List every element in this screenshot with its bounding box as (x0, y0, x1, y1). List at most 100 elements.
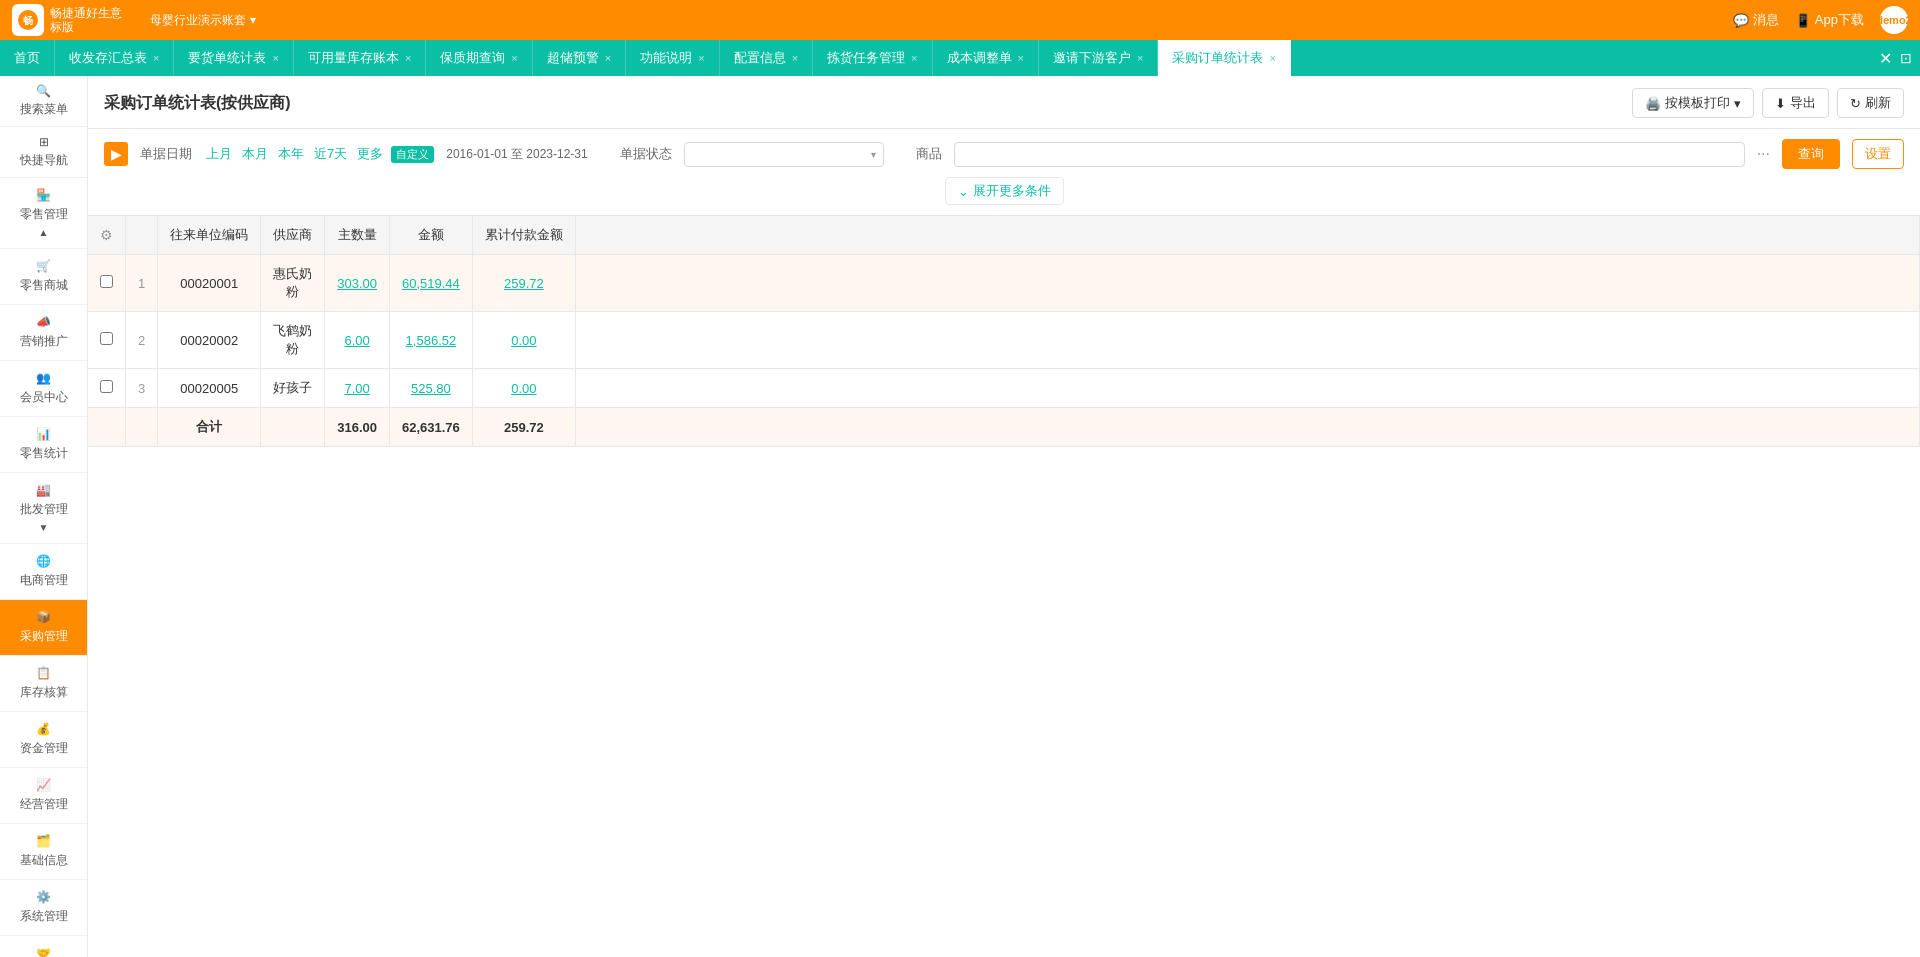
sidebar-item-label: 会员中心 (20, 389, 68, 406)
tab-yaohuodantongjitable[interactable]: 要货单统计表 × (174, 40, 293, 76)
footer-checkbox (88, 408, 126, 447)
shortcut-7days[interactable]: 近7天 (312, 145, 349, 163)
shortcut-more[interactable]: 更多 (355, 145, 385, 163)
column-settings-button[interactable]: ⚙ (100, 227, 113, 243)
sidebar-item-lingshousml[interactable]: 🛒 零售商城 (0, 249, 87, 305)
close-chaochuyu-icon[interactable]: × (605, 52, 611, 64)
retail-stat-icon: 📊 (36, 427, 51, 441)
table-row: 3 00020005 好孩子 7.00 525.80 0.00 (88, 369, 1920, 408)
cell-amount: 60,519.44 (390, 255, 473, 312)
nav-maximize-icon[interactable]: ⊡ (1900, 50, 1912, 66)
tab-home[interactable]: 首页 (0, 40, 55, 76)
expand-more: ⌄ 展开更多条件 (104, 177, 1904, 205)
sidebar-item-dianshanggl[interactable]: 🌐 电商管理 (0, 544, 87, 600)
sidebar-item-ziinjngl[interactable]: 💰 资金管理 (0, 712, 87, 768)
logo-icon: 畅 (12, 4, 44, 36)
close-keyongliangtable-icon[interactable]: × (405, 52, 411, 64)
tab-gongnengshuo[interactable]: 功能说明 × (626, 40, 719, 76)
export-button[interactable]: ⬇ 导出 (1762, 88, 1829, 118)
sidebar-item-label: 系统管理 (20, 908, 68, 925)
cell-qty: 7.00 (325, 369, 390, 408)
tab-chengbentiaojhng[interactable]: 成本调整单 × (933, 40, 1039, 76)
shortcut-this-month[interactable]: 本月 (240, 145, 270, 163)
sidebar-item-kucunhj[interactable]: 📋 库存核算 (0, 656, 87, 712)
sidebar-item-xitonggl[interactable]: ⚙️ 系统管理 (0, 880, 87, 936)
export-label: 导出 (1790, 94, 1816, 112)
print-button[interactable]: 🖨️ 按模板打印 ▾ (1632, 88, 1754, 118)
app-download-button[interactable]: 📱 App下载 (1795, 11, 1864, 29)
date-filter-label: 单据日期 (140, 145, 192, 163)
sidebar-item-label: 资金管理 (20, 740, 68, 757)
close-paichuorenwu-icon[interactable]: × (911, 52, 917, 64)
filter-area: ▶ 单据日期 上月 本月 本年 近7天 更多 自定义 2016-01-01 至 … (88, 129, 1920, 216)
sidebar-item-jingyinggl[interactable]: 📈 经营管理 (0, 768, 87, 824)
cell-rownum: 1 (126, 255, 158, 312)
tab-shoufahuizongtable[interactable]: 收发存汇总表 × (55, 40, 174, 76)
tab-peizhi[interactable]: 配置信息 × (720, 40, 813, 76)
tab-yaoqingxiayou[interactable]: 邀请下游客户 × (1039, 40, 1158, 76)
tab-paichuorenwu[interactable]: 拣货任务管理 × (813, 40, 932, 76)
sidebar-quicknav[interactable]: ⊞ 快捷导航 (0, 127, 87, 178)
sidebar-item-label: 批发管理 (20, 501, 68, 518)
close-caigoutongjitable-icon[interactable]: × (1269, 52, 1275, 64)
sidebar-item-lingshougly[interactable]: 🏪 零售管理 ▲ (0, 178, 87, 249)
nav-icon: ⊞ (39, 135, 49, 149)
cell-checkbox (88, 312, 126, 369)
th-supplier: 供应商 (261, 216, 325, 255)
close-chengbentiaojhng-icon[interactable]: × (1018, 52, 1024, 64)
shortcut-last-month[interactable]: 上月 (204, 145, 234, 163)
sidebar-item-label: 库存核算 (20, 684, 68, 701)
goods-more-icon[interactable]: ··· (1757, 145, 1770, 163)
close-baozhiqichaxun-icon[interactable]: × (511, 52, 517, 64)
sidebar-item-qiyexietong[interactable]: 🤝 企业协同 (0, 936, 87, 957)
user-profile[interactable]: demo2 (1880, 6, 1908, 34)
member-icon: 👥 (36, 371, 51, 385)
cell-rownum: 2 (126, 312, 158, 369)
tab-caigoutongjitable[interactable]: 采购订单统计表 × (1158, 40, 1290, 76)
footer-extra (575, 408, 1919, 447)
nav-close-icon[interactable]: ✕ (1879, 49, 1892, 68)
sidebar-item-label: 基础信息 (20, 852, 68, 869)
sidebar-item-pifahgl[interactable]: 🏭 批发管理 ▼ (0, 473, 87, 544)
sidebar-item-lingshoutj[interactable]: 📊 零售统计 (0, 417, 87, 473)
chevron-down-icon: ▼ (39, 522, 49, 533)
sidebar-item-yingxiaotg[interactable]: 📣 营销推广 (0, 305, 87, 361)
sidebar: 🔍 搜索菜单 ⊞ 快捷导航 🏪 零售管理 ▲ 🛒 零售商城 📣 营销推广 👥 会… (0, 76, 88, 957)
cell-supplier: 飞鹤奶粉 (261, 312, 325, 369)
expand-toggle-button[interactable]: ▶ (104, 142, 128, 166)
print-chevron-icon: ▾ (1734, 96, 1741, 111)
th-qty: 主数量 (325, 216, 390, 255)
workspace-name: 母婴行业演示账套 (150, 12, 246, 29)
logo-text: 畅捷通好生意 标版 (50, 6, 122, 35)
sidebar-item-caigougl[interactable]: 📦 采购管理 (0, 600, 87, 656)
sidebar-item-huiyuanzx[interactable]: 👥 会员中心 (0, 361, 87, 417)
settings-button[interactable]: 设置 (1852, 139, 1904, 169)
close-peizhi-icon[interactable]: × (792, 52, 798, 64)
sidebar-item-label: 零售统计 (20, 445, 68, 462)
workspace-selector[interactable]: 母婴行业演示账套 ▾ (150, 12, 256, 29)
query-button[interactable]: 查询 (1782, 139, 1840, 169)
sidebar-search[interactable]: 🔍 搜索菜单 (0, 76, 87, 127)
tab-baozhiqichaxun[interactable]: 保质期查询 × (426, 40, 532, 76)
table-row: 2 00020002 飞鹤奶粉 6.00 1,586.52 0.00 (88, 312, 1920, 369)
status-select-wrapper (684, 142, 884, 167)
tab-keyongliangtable[interactable]: 可用量库存账本 × (294, 40, 426, 76)
svg-text:畅: 畅 (23, 15, 33, 26)
top-bar-right: 💬 消息 📱 App下载 demo2 (1733, 6, 1908, 34)
status-select[interactable] (684, 142, 884, 167)
close-gongnengshuo-icon[interactable]: × (698, 52, 704, 64)
system-icon: ⚙️ (36, 890, 51, 904)
sidebar-quicknav-label: 快捷导航 (20, 152, 68, 169)
close-yaohuodantongjitable-icon[interactable]: × (272, 52, 278, 64)
tab-chaochuyu[interactable]: 超储预警 × (533, 40, 626, 76)
goods-input[interactable] (954, 142, 1745, 167)
close-yaoqingxiayou-icon[interactable]: × (1137, 52, 1143, 64)
refresh-button[interactable]: ↻ 刷新 (1837, 88, 1904, 118)
business-icon: 📈 (36, 778, 51, 792)
status-filter-label: 单据状态 (620, 145, 672, 163)
sidebar-item-jichuxinxi[interactable]: 🗂️ 基础信息 (0, 824, 87, 880)
close-shoufahuizongtable-icon[interactable]: × (153, 52, 159, 64)
shortcut-this-year[interactable]: 本年 (276, 145, 306, 163)
messages-button[interactable]: 💬 消息 (1733, 11, 1779, 29)
expand-more-button[interactable]: ⌄ 展开更多条件 (945, 177, 1064, 205)
